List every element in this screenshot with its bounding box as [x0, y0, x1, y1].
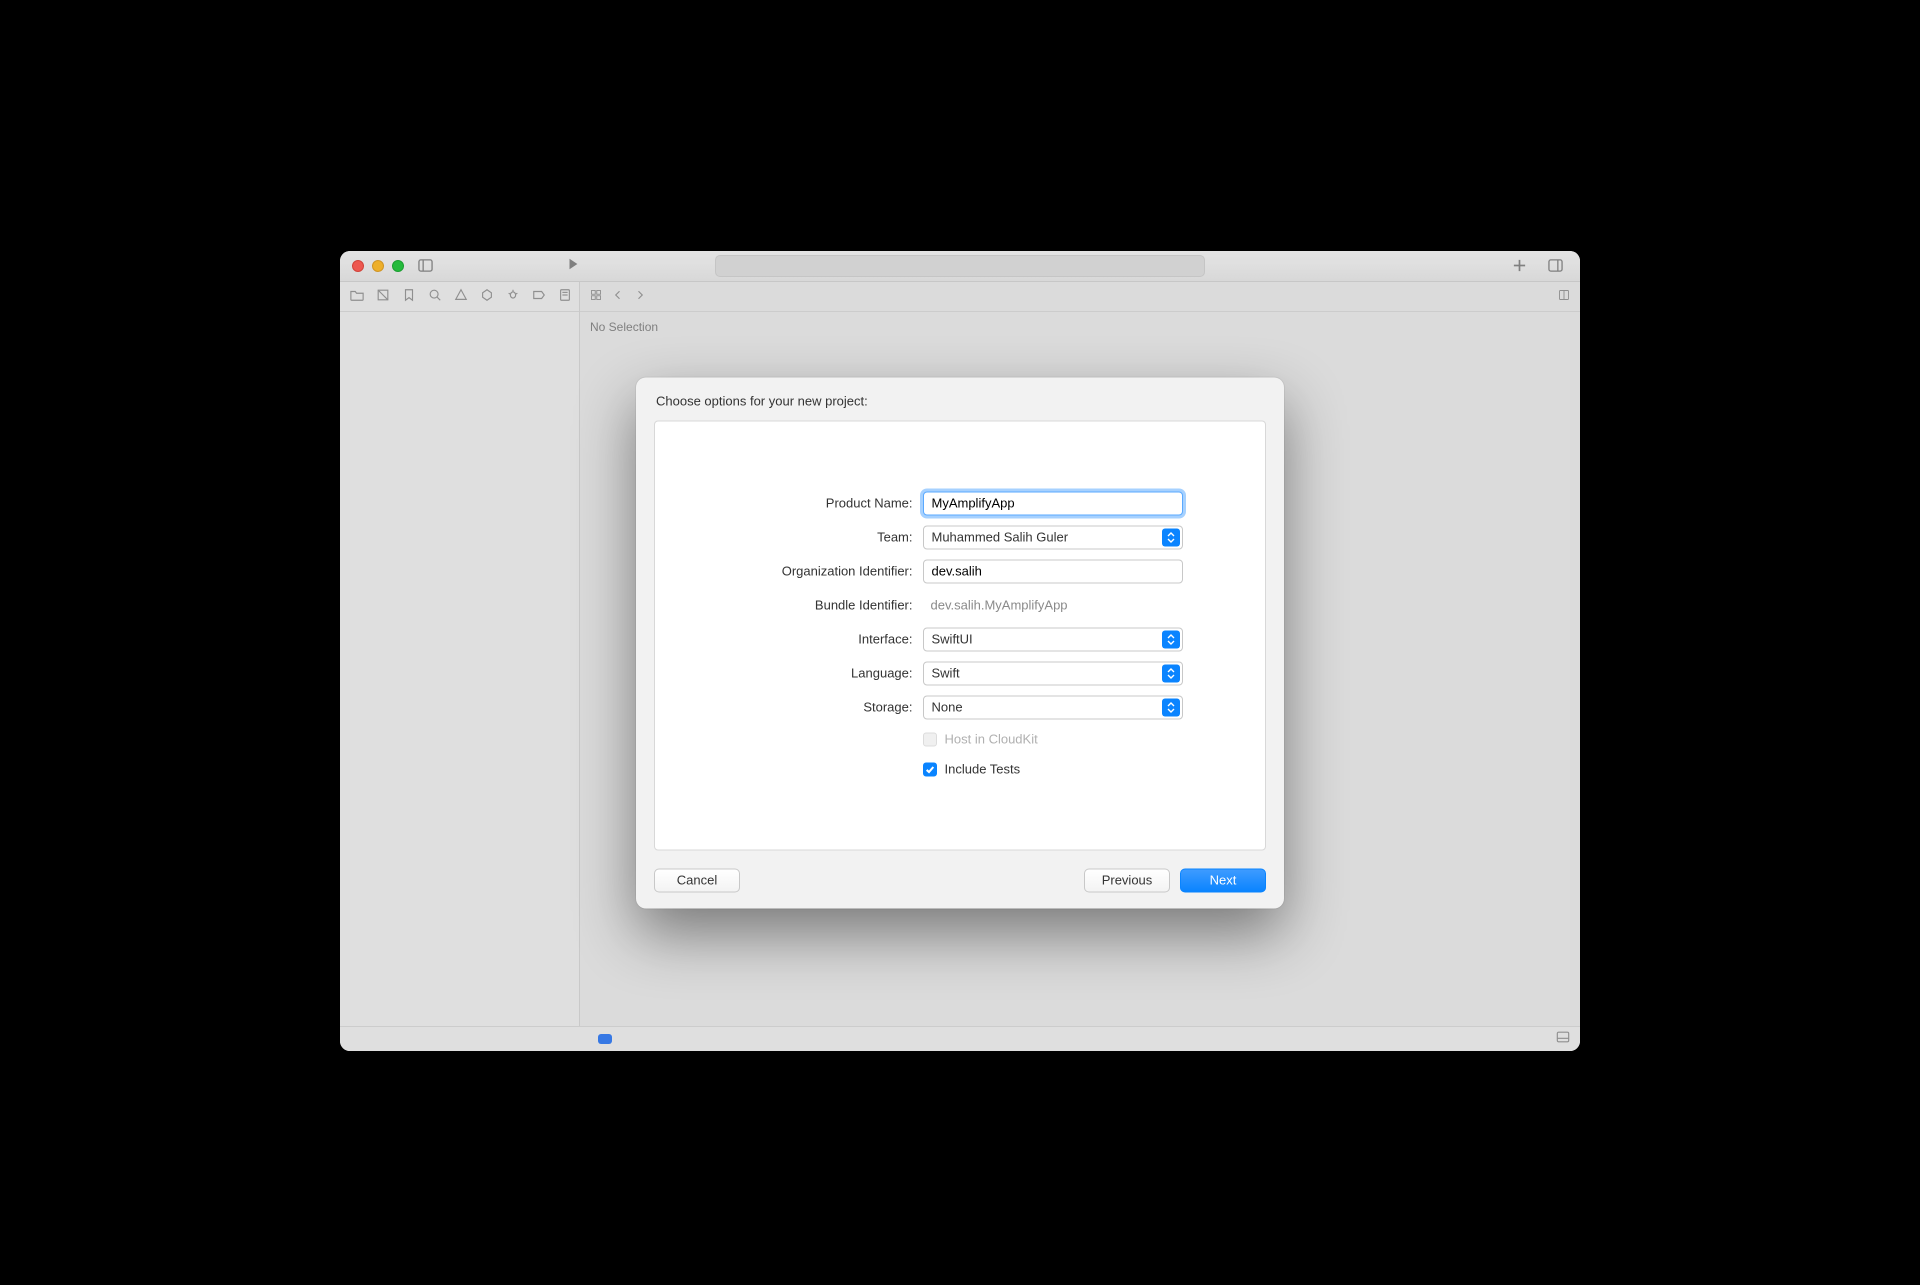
org-id-input[interactable] [932, 564, 1174, 579]
related-items-icon[interactable] [590, 289, 602, 304]
tests-checkbox-label: Include Tests [945, 762, 1021, 777]
team-select[interactable]: Muhammed Salih Guler [923, 525, 1183, 549]
team-select-value: Muhammed Salih Guler [932, 530, 1069, 545]
interface-select-value: SwiftUI [932, 632, 973, 647]
filter-indicator[interactable] [598, 1034, 612, 1044]
zoom-window-button[interactable] [392, 260, 404, 272]
no-selection-label: No Selection [580, 312, 1580, 342]
org-id-label: Organization Identifier: [738, 564, 913, 579]
sheet-body: Product Name: Team: Muhammed Salih Guler… [654, 420, 1266, 850]
bundle-id-label: Bundle Identifier: [738, 598, 913, 613]
reports-icon[interactable] [558, 288, 572, 305]
close-window-button[interactable] [352, 260, 364, 272]
navigator-sidebar [340, 282, 580, 1026]
bookmark-icon[interactable] [402, 288, 416, 305]
titlebar [340, 251, 1580, 282]
breakpoints-icon[interactable] [532, 288, 546, 305]
product-name-field[interactable] [923, 491, 1183, 515]
sheet-title: Choose options for your new project: [654, 393, 1266, 408]
language-select-value: Swift [932, 666, 960, 681]
jump-bar [580, 282, 1580, 312]
previous-button[interactable]: Previous [1084, 868, 1170, 892]
navigator-tabs [340, 282, 579, 312]
product-name-input[interactable] [932, 496, 1174, 511]
source-control-icon[interactable] [376, 288, 390, 305]
team-label: Team: [738, 530, 913, 545]
language-select[interactable]: Swift [923, 661, 1183, 685]
cloudkit-checkbox-label: Host in CloudKit [945, 732, 1038, 747]
cloudkit-checkbox [923, 732, 937, 746]
cancel-button[interactable]: Cancel [654, 868, 740, 892]
issues-icon[interactable] [454, 288, 468, 305]
minimize-window-button[interactable] [372, 260, 384, 272]
new-project-options-sheet: Choose options for your new project: Pro… [636, 377, 1284, 908]
search-icon[interactable] [428, 288, 442, 305]
toggle-navigator-button[interactable] [412, 255, 438, 277]
org-id-field[interactable] [923, 559, 1183, 583]
status-bar [340, 1026, 1580, 1051]
window-controls [352, 260, 404, 272]
storage-label: Storage: [738, 700, 913, 715]
product-name-label: Product Name: [738, 496, 913, 511]
tests-checkbox[interactable] [923, 762, 937, 776]
updown-icon [1162, 630, 1180, 648]
cloudkit-checkbox-row: Host in CloudKit [923, 729, 1183, 749]
updown-icon [1162, 664, 1180, 682]
toggle-debug-area-button[interactable] [1556, 1030, 1570, 1047]
updown-icon [1162, 698, 1180, 716]
next-button[interactable]: Next [1180, 868, 1266, 892]
bundle-id-value: dev.salih.MyAmplifyApp [923, 593, 1183, 617]
language-label: Language: [738, 666, 913, 681]
go-back-icon[interactable] [612, 289, 624, 304]
editor-options-icon[interactable] [1558, 289, 1570, 304]
folder-icon[interactable] [350, 288, 364, 305]
go-forward-icon[interactable] [634, 289, 646, 304]
updown-icon [1162, 528, 1180, 546]
run-button[interactable] [566, 257, 580, 274]
storage-select-value: None [932, 700, 963, 715]
storage-select[interactable]: None [923, 695, 1183, 719]
add-button[interactable] [1506, 255, 1532, 277]
activity-view [715, 255, 1205, 277]
tests-checkbox-row[interactable]: Include Tests [923, 759, 1183, 779]
interface-label: Interface: [738, 632, 913, 647]
tests-icon[interactable] [480, 288, 494, 305]
interface-select[interactable]: SwiftUI [923, 627, 1183, 651]
debug-icon[interactable] [506, 288, 520, 305]
toggle-inspectors-button[interactable] [1542, 255, 1568, 277]
